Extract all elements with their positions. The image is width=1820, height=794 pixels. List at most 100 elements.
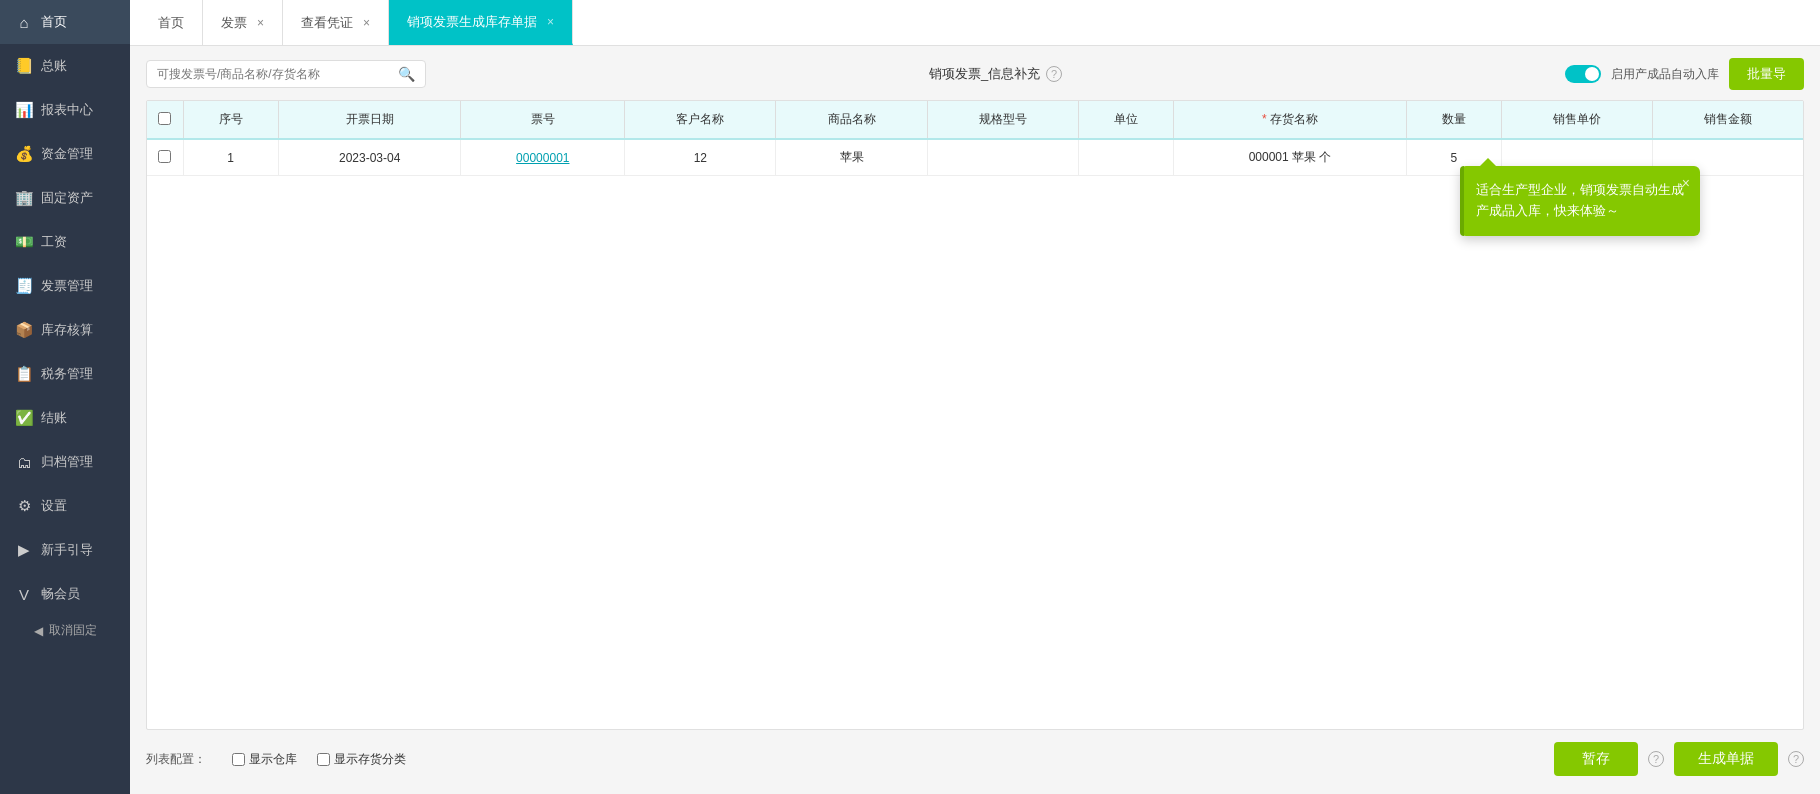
generate-button[interactable]: 生成单据 (1674, 742, 1778, 776)
settings-icon: ⚙ (15, 497, 33, 515)
tab-generate-close[interactable]: × (547, 15, 554, 29)
inventory-icon: 📦 (15, 321, 33, 339)
sidebar-item-label: 库存核算 (41, 321, 93, 339)
tab-generate-label: 销项发票生成库存单据 (407, 13, 537, 31)
generate-help-icon[interactable]: ? (1788, 751, 1804, 767)
th-qty: 数量 (1406, 101, 1501, 139)
sidebar-item-label: 归档管理 (41, 453, 93, 471)
sidebar-item-label: 设置 (41, 497, 67, 515)
unfix-bar[interactable]: ◀ 取消固定 (0, 616, 130, 645)
show-category-item[interactable]: 显示存货分类 (317, 751, 406, 768)
info-icon[interactable]: ? (1046, 66, 1062, 82)
sidebar-item-invoice[interactable]: 🧾 发票管理 (0, 264, 130, 308)
td-goods: 苹果 (776, 139, 927, 176)
tab-bar: 首页 发票 × 查看凭证 × 销项发票生成库存单据 × (130, 0, 1820, 46)
tab-invoice[interactable]: 发票 × (203, 0, 283, 45)
sidebar-item-label: 新手引导 (41, 541, 93, 559)
show-category-label: 显示存货分类 (334, 751, 406, 768)
show-warehouse-item[interactable]: 显示仓库 (232, 751, 297, 768)
td-unit (1079, 139, 1174, 176)
sidebar-item-settlement[interactable]: ✅ 结账 (0, 396, 130, 440)
toggle-label: 启用产成品自动入库 (1611, 66, 1719, 83)
vip-icon: V (15, 586, 33, 603)
sidebar-item-vip[interactable]: V 畅会员 (0, 572, 130, 616)
content-area: 🔍 销项发票_信息补充 ? 启用产成品自动入库 批量导 (130, 46, 1820, 794)
sidebar-item-guide[interactable]: ▶ 新手引导 (0, 528, 130, 572)
sidebar-item-label: 报表中心 (41, 101, 93, 119)
sidebar-item-label: 资金管理 (41, 145, 93, 163)
search-input[interactable] (157, 67, 392, 81)
tax-icon: 📋 (15, 365, 33, 383)
tab-generate[interactable]: 销项发票生成库存单据 × (389, 0, 573, 45)
sidebar-item-ledger[interactable]: 📒 总账 (0, 44, 130, 88)
funds-icon: 💰 (15, 145, 33, 163)
sidebar-item-archive[interactable]: 🗂 归档管理 (0, 440, 130, 484)
row-checkbox[interactable] (158, 150, 171, 163)
main-table: 序号 开票日期 票号 客户名称 商品名称 规格型号 单位 * 存货名称 数量 销… (147, 101, 1803, 176)
th-amount: 销售金额 (1653, 101, 1803, 139)
sidebar-item-tax[interactable]: 📋 税务管理 (0, 352, 130, 396)
tab-voucher-close[interactable]: × (363, 16, 370, 30)
invoice-number-link[interactable]: 00000001 (516, 151, 569, 165)
sidebar-item-inventory[interactable]: 📦 库存核算 (0, 308, 130, 352)
auto-warehouse-toggle[interactable] (1565, 65, 1601, 83)
td-seq: 1 (183, 139, 278, 176)
search-box[interactable]: 🔍 (146, 60, 426, 88)
settlement-icon: ✅ (15, 409, 33, 427)
th-date: 开票日期 (278, 101, 460, 139)
sidebar-item-label: 畅会员 (41, 585, 80, 603)
show-warehouse-checkbox[interactable] (232, 753, 245, 766)
show-warehouse-label: 显示仓库 (249, 751, 297, 768)
search-icon: 🔍 (398, 66, 415, 82)
tooltip-close-button[interactable]: × (1682, 172, 1690, 194)
assets-icon: 🏢 (15, 189, 33, 207)
sidebar-item-label: 结账 (41, 409, 67, 427)
sidebar-item-settings[interactable]: ⚙ 设置 (0, 484, 130, 528)
center-info-label: 销项发票_信息补充 (929, 65, 1040, 83)
tab-home-label: 首页 (158, 14, 184, 32)
toolbar: 🔍 销项发票_信息补充 ? 启用产成品自动入库 批量导 (146, 58, 1804, 90)
td-customer: 12 (625, 139, 776, 176)
archive-icon: 🗂 (15, 454, 33, 471)
tab-voucher-label: 查看凭证 (301, 14, 353, 32)
reports-icon: 📊 (15, 101, 33, 119)
save-help-icon[interactable]: ? (1648, 751, 1664, 767)
list-config-label: 列表配置： (146, 751, 206, 768)
tooltip-popup: × 适合生产型企业，销项发票自动生成产成品入库，快来体验～ (1460, 166, 1700, 236)
center-info: 销项发票_信息补充 ? (929, 65, 1062, 83)
td-checkbox[interactable] (147, 139, 183, 176)
th-unit-price: 销售单价 (1501, 101, 1652, 139)
sidebar: ⌂ 首页 📒 总账 📊 报表中心 💰 资金管理 🏢 固定资产 💵 工资 🧾 发票… (0, 0, 130, 794)
th-seq: 序号 (183, 101, 278, 139)
sidebar-item-label: 税务管理 (41, 365, 93, 383)
toggle-knob (1585, 67, 1599, 81)
guide-icon: ▶ (15, 541, 33, 559)
sidebar-item-label: 总账 (41, 57, 67, 75)
sidebar-item-payroll[interactable]: 💵 工资 (0, 220, 130, 264)
bottom-actions: 暂存 ? 生成单据 ? (1554, 742, 1804, 776)
sidebar-item-funds[interactable]: 💰 资金管理 (0, 132, 130, 176)
home-icon: ⌂ (15, 14, 33, 31)
sidebar-item-assets[interactable]: 🏢 固定资产 (0, 176, 130, 220)
sidebar-item-label: 工资 (41, 233, 67, 251)
td-number[interactable]: 00000001 (461, 139, 625, 176)
save-button[interactable]: 暂存 (1554, 742, 1638, 776)
batch-import-button[interactable]: 批量导 (1729, 58, 1804, 90)
sidebar-item-home[interactable]: ⌂ 首页 (0, 0, 130, 44)
bottom-bar: 列表配置： 显示仓库 显示存货分类 暂存 ? 生成单据 ? (146, 730, 1804, 782)
th-customer: 客户名称 (625, 101, 776, 139)
td-spec (927, 139, 1078, 176)
tab-home[interactable]: 首页 (140, 0, 203, 45)
tooltip-bar (1460, 166, 1464, 236)
tab-invoice-label: 发票 (221, 14, 247, 32)
tab-voucher[interactable]: 查看凭证 × (283, 0, 389, 45)
payroll-icon: 💵 (15, 233, 33, 251)
tab-invoice-close[interactable]: × (257, 16, 264, 30)
unfix-label: 取消固定 (49, 622, 97, 639)
th-checkbox[interactable] (147, 101, 183, 139)
sidebar-item-reports[interactable]: 📊 报表中心 (0, 88, 130, 132)
select-all-checkbox[interactable] (158, 112, 171, 125)
sidebar-item-label: 发票管理 (41, 277, 93, 295)
show-category-checkbox[interactable] (317, 753, 330, 766)
unfix-arrow-icon: ◀ (34, 624, 43, 638)
